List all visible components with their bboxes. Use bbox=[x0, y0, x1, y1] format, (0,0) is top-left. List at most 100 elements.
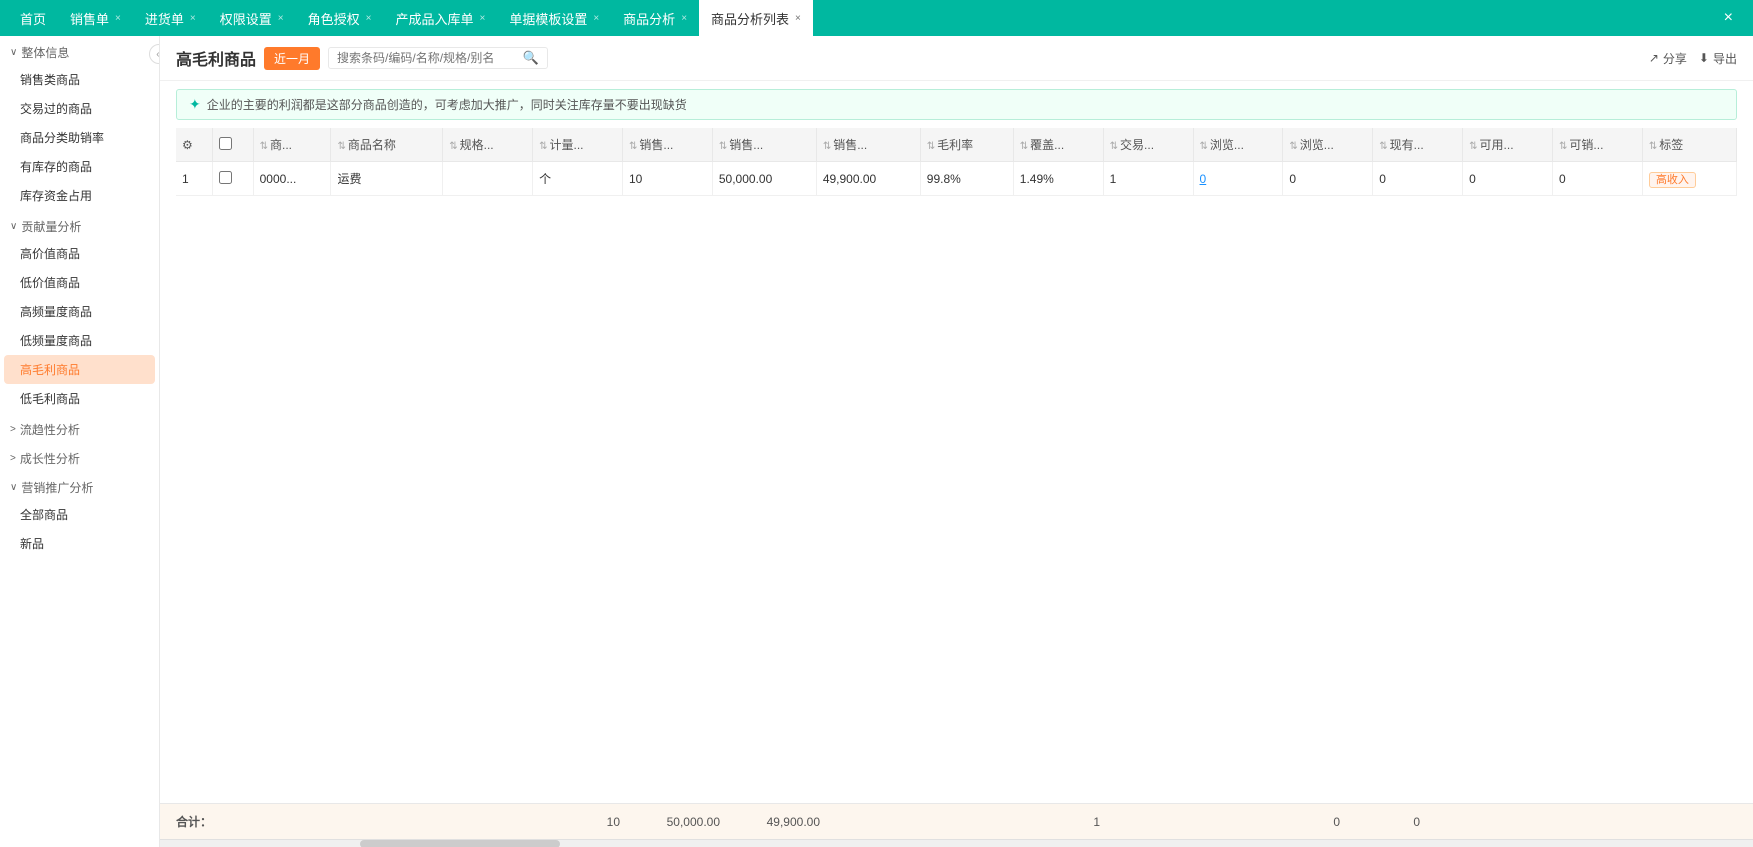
group-label: 成长性分析 bbox=[20, 450, 80, 467]
row-available: 0 bbox=[1463, 162, 1553, 196]
select-all-checkbox[interactable] bbox=[219, 137, 232, 150]
sidebar-item-交易过的商品[interactable]: 交易过的商品 bbox=[0, 94, 159, 123]
col-header-9[interactable]: ⇅毛利率 bbox=[920, 128, 1013, 162]
sidebar-item-高毛利商品[interactable]: 高毛利商品 bbox=[4, 355, 155, 384]
footer-transaction-val: 1 bbox=[1028, 815, 1108, 829]
sidebar-item-低频量度商品[interactable]: 低频量度商品 bbox=[0, 326, 159, 355]
nav-item-角色授权[interactable]: 角色授权× bbox=[296, 0, 384, 36]
row-checkbox[interactable] bbox=[212, 162, 253, 196]
col-header-14[interactable]: ⇅现有... bbox=[1373, 128, 1463, 162]
nav-item-首页[interactable]: 首页 bbox=[8, 0, 58, 36]
sidebar-item-库存资金占用[interactable]: 库存资金占用 bbox=[0, 181, 159, 210]
sidebar-group-整体信息[interactable]: ∨整体信息 bbox=[0, 36, 159, 65]
sidebar-item-全部商品[interactable]: 全部商品 bbox=[0, 500, 159, 529]
sort-icon: ⇅ bbox=[1379, 141, 1387, 152]
nav-close-icon[interactable]: × bbox=[795, 13, 801, 24]
sidebar-group-成长性分析[interactable]: >成长性分析 bbox=[0, 442, 159, 471]
footer-sales3-val: 49,900.00 bbox=[728, 815, 828, 829]
info-icon: ✦ bbox=[189, 96, 201, 113]
col-header-5[interactable]: ⇅计量... bbox=[533, 128, 623, 162]
nav-item-权限设置[interactable]: 权限设置× bbox=[208, 0, 296, 36]
row-gross-rate: 99.8% bbox=[920, 162, 1013, 196]
sidebar-item-有库存的商品[interactable]: 有库存的商品 bbox=[0, 152, 159, 181]
col-header-15[interactable]: ⇅可用... bbox=[1463, 128, 1553, 162]
sidebar-item-商品分类助销率[interactable]: 商品分类助销率 bbox=[0, 123, 159, 152]
nav-close-icon[interactable]: × bbox=[479, 13, 485, 24]
sidebar-item-销售类商品[interactable]: 销售类商品 bbox=[0, 65, 159, 94]
col-header-6[interactable]: ⇅销售... bbox=[622, 128, 712, 162]
search-box: 🔍 bbox=[328, 47, 548, 69]
nav-close-icon[interactable]: × bbox=[278, 13, 284, 24]
nav-item-商品分析列表[interactable]: 商品分析列表× bbox=[699, 0, 813, 36]
window-close-button[interactable]: × bbox=[1712, 9, 1745, 27]
row-browse1[interactable]: 0 bbox=[1193, 162, 1283, 196]
col-header-12[interactable]: ⇅浏览... bbox=[1193, 128, 1283, 162]
sort-icon: ⇅ bbox=[1110, 141, 1118, 152]
main-layout: « ∨整体信息销售类商品交易过的商品商品分类助销率有库存的商品库存资金占用∨贡献… bbox=[0, 36, 1753, 847]
sidebar-item-新品[interactable]: 新品 bbox=[0, 529, 159, 558]
search-input[interactable] bbox=[337, 51, 523, 65]
footer-browse2 bbox=[1188, 815, 1268, 829]
sidebar-group-贡献量分析[interactable]: ∨贡献量分析 bbox=[0, 210, 159, 239]
share-icon: ↗ bbox=[1649, 51, 1659, 65]
col-header-10[interactable]: ⇅覆盖... bbox=[1013, 128, 1103, 162]
table-container: ⚙⇅商...⇅商品名称⇅规格...⇅计量...⇅销售...⇅销售...⇅销售..… bbox=[176, 128, 1737, 803]
row-code: 0000... bbox=[253, 162, 331, 196]
time-filter-button[interactable]: 近一月 bbox=[264, 47, 320, 70]
row-tag[interactable]: 高收入 bbox=[1642, 162, 1736, 196]
sidebar-item-高价值商品[interactable]: 高价值商品 bbox=[0, 239, 159, 268]
col-header-16[interactable]: ⇅可销... bbox=[1553, 128, 1643, 162]
col-header-8[interactable]: ⇅销售... bbox=[816, 128, 920, 162]
nav-close-icon[interactable]: × bbox=[190, 13, 196, 24]
nav-item-产成品入库单[interactable]: 产成品入库单× bbox=[383, 0, 497, 36]
sidebar-item-低毛利商品[interactable]: 低毛利商品 bbox=[0, 384, 159, 413]
sort-icon: ⇅ bbox=[260, 141, 268, 152]
sidebar-item-高频量度商品[interactable]: 高频量度商品 bbox=[0, 297, 159, 326]
horizontal-scrollbar[interactable] bbox=[160, 839, 1753, 847]
row-select-checkbox[interactable] bbox=[219, 171, 232, 184]
row-browse2: 0 bbox=[1283, 162, 1373, 196]
share-button[interactable]: ↗ 分享 bbox=[1649, 50, 1687, 67]
footer-sales2-val: 50,000.00 bbox=[628, 815, 728, 829]
nav-item-商品分析[interactable]: 商品分析× bbox=[611, 0, 699, 36]
sort-icon: ⇅ bbox=[539, 141, 547, 152]
nav-close-icon[interactable]: × bbox=[681, 13, 687, 24]
col-header-3[interactable]: ⇅商品名称 bbox=[331, 128, 443, 162]
row-sales2: 50,000.00 bbox=[712, 162, 816, 196]
product-tag: 高收入 bbox=[1649, 172, 1696, 188]
nav-close-icon[interactable]: × bbox=[115, 13, 121, 24]
sidebar-group-营销推广分析[interactable]: ∨营销推广分析 bbox=[0, 471, 159, 500]
sidebar-item-低价值商品[interactable]: 低价值商品 bbox=[0, 268, 159, 297]
col-header-13[interactable]: ⇅浏览... bbox=[1283, 128, 1373, 162]
sort-icon: ⇅ bbox=[1289, 141, 1297, 152]
col-header-4[interactable]: ⇅规格... bbox=[443, 128, 533, 162]
browse-link[interactable]: 0 bbox=[1200, 172, 1207, 186]
export-button[interactable]: ⬇ 导出 bbox=[1699, 50, 1737, 67]
footer-label: 合计： bbox=[176, 813, 212, 830]
group-label: 贡献量分析 bbox=[21, 218, 81, 235]
col-header-7[interactable]: ⇅销售... bbox=[712, 128, 816, 162]
nav-item-单据模板设置[interactable]: 单据模板设置× bbox=[497, 0, 611, 36]
row-name: 运费 bbox=[331, 162, 443, 196]
nav-close-icon[interactable]: × bbox=[366, 13, 372, 24]
content-area: 高毛利商品 近一月 🔍 ↗ 分享 ⬇ 导出 ✦ 企业的主要的利润都是这部分商品创… bbox=[160, 36, 1753, 847]
nav-item-销售单[interactable]: 销售单× bbox=[58, 0, 133, 36]
table-row: 10000...运费个1050,000.0049,900.0099.8%1.49… bbox=[176, 162, 1737, 196]
footer-current-val: 0 bbox=[1268, 815, 1348, 829]
row-unit: 个 bbox=[533, 162, 623, 196]
group-label: 整体信息 bbox=[21, 44, 69, 61]
top-navigation: 首页销售单×进货单×权限设置×角色授权×产成品入库单×单据模板设置×商品分析×商… bbox=[0, 0, 1753, 36]
col-header-2[interactable]: ⇅商... bbox=[253, 128, 331, 162]
sort-icon: ⇅ bbox=[927, 141, 935, 152]
sidebar: « ∨整体信息销售类商品交易过的商品商品分类助销率有库存的商品库存资金占用∨贡献… bbox=[0, 36, 160, 847]
export-icon: ⬇ bbox=[1699, 51, 1709, 65]
sort-icon: ⇅ bbox=[1020, 141, 1028, 152]
sidebar-group-流趋性分析[interactable]: >流趋性分析 bbox=[0, 413, 159, 442]
sort-icon: ⇅ bbox=[719, 141, 727, 152]
col-header-11[interactable]: ⇅交易... bbox=[1103, 128, 1193, 162]
group-arrow-icon: ∨ bbox=[10, 482, 17, 493]
col-header-17[interactable]: ⇅标签 bbox=[1642, 128, 1736, 162]
nav-item-进货单[interactable]: 进货单× bbox=[133, 0, 208, 36]
search-icon[interactable]: 🔍 bbox=[523, 50, 539, 66]
nav-close-icon[interactable]: × bbox=[593, 13, 599, 24]
